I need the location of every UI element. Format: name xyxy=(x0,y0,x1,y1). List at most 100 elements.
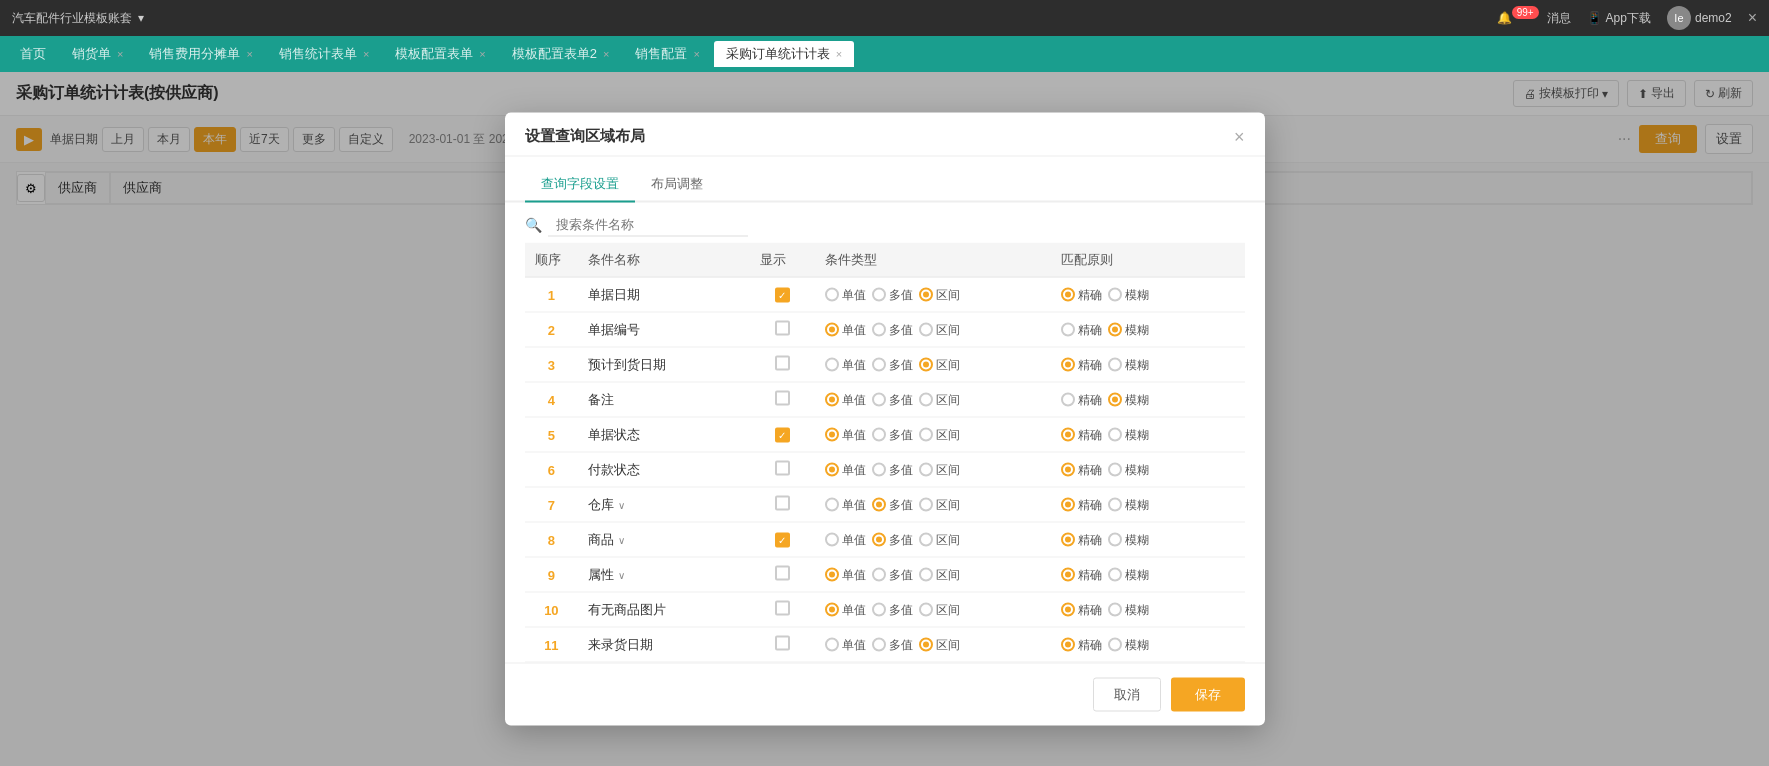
type-radio-单值[interactable]: 单值 xyxy=(825,321,866,338)
type-radio-单值[interactable]: 单值 xyxy=(825,636,866,653)
cancel-button[interactable]: 取消 xyxy=(1093,678,1161,712)
match-radio-精确[interactable]: 精确 xyxy=(1061,286,1102,303)
type-radio-区间[interactable]: 区间 xyxy=(919,566,960,583)
display-checkbox[interactable] xyxy=(775,636,790,651)
match-radio-精确[interactable]: 精确 xyxy=(1061,356,1102,373)
tab-4[interactable]: 模板配置表单 × xyxy=(383,41,497,67)
tab-3[interactable]: 销售统计表单 × xyxy=(267,41,381,67)
type-radio-区间[interactable]: 区间 xyxy=(919,636,960,653)
match-radio-模糊[interactable]: 模糊 xyxy=(1108,636,1149,653)
display-checkbox[interactable] xyxy=(775,461,790,476)
type-radio-区间[interactable]: 区间 xyxy=(919,531,960,548)
match-radio-模糊[interactable]: 模糊 xyxy=(1108,426,1149,443)
match-radio-模糊[interactable]: 模糊 xyxy=(1108,601,1149,618)
tab-current-close[interactable]: × xyxy=(836,48,842,60)
cell-match: 精确模糊 xyxy=(1051,592,1244,627)
tab-layout-adjust[interactable]: 布局调整 xyxy=(635,167,719,203)
tab-6[interactable]: 销售配置 × xyxy=(623,41,711,67)
tab-sales-order-close[interactable]: × xyxy=(117,48,123,60)
tab-sales-expense-close[interactable]: × xyxy=(246,48,252,60)
match-radio-模糊[interactable]: 模糊 xyxy=(1108,531,1149,548)
type-radio-单值[interactable]: 单值 xyxy=(825,391,866,408)
display-checkbox[interactable] xyxy=(775,601,790,616)
type-radio-多值[interactable]: 多值 xyxy=(872,461,913,478)
display-checkbox[interactable] xyxy=(775,496,790,511)
type-radio-单值[interactable]: 单值 xyxy=(825,461,866,478)
tab-6-close[interactable]: × xyxy=(693,48,699,60)
type-radio-单值[interactable]: 单值 xyxy=(825,601,866,618)
type-radio-区间[interactable]: 区间 xyxy=(919,391,960,408)
tab-5-close[interactable]: × xyxy=(603,48,609,60)
type-radio-区间[interactable]: 区间 xyxy=(919,461,960,478)
display-checkbox[interactable] xyxy=(775,356,790,371)
match-radio-模糊[interactable]: 模糊 xyxy=(1108,496,1149,513)
save-button[interactable]: 保存 xyxy=(1171,678,1245,712)
type-radio-单值[interactable]: 单值 xyxy=(825,356,866,373)
app-download-button[interactable]: 📱 App下载 xyxy=(1587,10,1651,27)
display-checkbox[interactable] xyxy=(775,533,790,548)
match-radio-精确[interactable]: 精确 xyxy=(1061,566,1102,583)
name-dropdown-icon[interactable]: ∨ xyxy=(618,500,625,511)
type-radio-多值[interactable]: 多值 xyxy=(872,286,913,303)
type-radio-多值[interactable]: 多值 xyxy=(872,426,913,443)
match-radio-模糊[interactable]: 模糊 xyxy=(1108,566,1149,583)
tab-5[interactable]: 模板配置表单2 × xyxy=(500,41,622,67)
tab-field-settings[interactable]: 查询字段设置 xyxy=(525,167,635,203)
type-radio-多值[interactable]: 多值 xyxy=(872,601,913,618)
top-bar-close-button[interactable]: × xyxy=(1748,9,1757,27)
tab-sales-order[interactable]: 销货单 × xyxy=(60,41,135,67)
th-name: 条件名称 xyxy=(578,243,750,278)
display-checkbox[interactable] xyxy=(775,391,790,406)
display-checkbox[interactable] xyxy=(775,428,790,443)
type-radio-多值[interactable]: 多值 xyxy=(872,566,913,583)
name-dropdown-icon[interactable]: ∨ xyxy=(618,570,625,581)
type-radio-区间[interactable]: 区间 xyxy=(919,356,960,373)
type-radio-区间[interactable]: 区间 xyxy=(919,601,960,618)
type-radio-多值[interactable]: 多值 xyxy=(872,356,913,373)
match-radio-模糊[interactable]: 模糊 xyxy=(1108,286,1149,303)
type-radio-区间[interactable]: 区间 xyxy=(919,496,960,513)
match-radio-精确[interactable]: 精确 xyxy=(1061,636,1102,653)
type-radio-单值[interactable]: 单值 xyxy=(825,426,866,443)
type-radio-单值[interactable]: 单值 xyxy=(825,286,866,303)
match-radio-精确[interactable]: 精确 xyxy=(1061,601,1102,618)
condition-search-input[interactable] xyxy=(548,213,748,237)
match-radio-精确[interactable]: 精确 xyxy=(1061,461,1102,478)
match-radio-精确[interactable]: 精确 xyxy=(1061,391,1102,408)
match-radio-精确[interactable]: 精确 xyxy=(1061,531,1102,548)
type-radio-区间[interactable]: 区间 xyxy=(919,321,960,338)
match-radio-模糊[interactable]: 模糊 xyxy=(1108,391,1149,408)
type-radio-多值[interactable]: 多值 xyxy=(872,391,913,408)
match-radio-模糊[interactable]: 模糊 xyxy=(1108,461,1149,478)
match-radio-精确[interactable]: 精确 xyxy=(1061,321,1102,338)
tab-sales-expense[interactable]: 销售费用分摊单 × xyxy=(137,41,264,67)
match-radio-模糊[interactable]: 模糊 xyxy=(1108,356,1149,373)
match-radio-精确[interactable]: 精确 xyxy=(1061,426,1102,443)
user-menu[interactable]: Ie demo2 xyxy=(1667,6,1732,30)
type-radio-多值[interactable]: 多值 xyxy=(872,496,913,513)
name-dropdown-icon[interactable]: ∨ xyxy=(618,535,625,546)
display-checkbox[interactable] xyxy=(775,288,790,303)
type-radio-单值[interactable]: 单值 xyxy=(825,566,866,583)
type-radio-单值[interactable]: 单值 xyxy=(825,531,866,548)
notification-button[interactable]: 🔔 99+ 消息 xyxy=(1497,10,1571,27)
tab-current[interactable]: 采购订单统计计表 × xyxy=(714,41,854,67)
match-radio-精确[interactable]: 精确 xyxy=(1061,496,1102,513)
dialog-close-button[interactable]: × xyxy=(1234,127,1245,145)
match-radio-模糊[interactable]: 模糊 xyxy=(1108,321,1149,338)
tab-3-close[interactable]: × xyxy=(363,48,369,60)
type-radio-区间[interactable]: 区间 xyxy=(919,426,960,443)
display-checkbox[interactable] xyxy=(775,321,790,336)
dropdown-icon[interactable]: ▾ xyxy=(138,11,144,25)
type-radio-单值[interactable]: 单值 xyxy=(825,496,866,513)
cell-order: 11 xyxy=(525,627,579,662)
display-checkbox[interactable] xyxy=(775,566,790,581)
type-radio-多值[interactable]: 多值 xyxy=(872,321,913,338)
type-radio-多值[interactable]: 多值 xyxy=(872,531,913,548)
type-radio-多值[interactable]: 多值 xyxy=(872,636,913,653)
tab-home[interactable]: 首页 xyxy=(8,41,58,67)
cell-display xyxy=(750,522,814,557)
tab-4-close[interactable]: × xyxy=(479,48,485,60)
type-radio-区间[interactable]: 区间 xyxy=(919,286,960,303)
tab-4-label: 模板配置表单 xyxy=(395,45,473,63)
